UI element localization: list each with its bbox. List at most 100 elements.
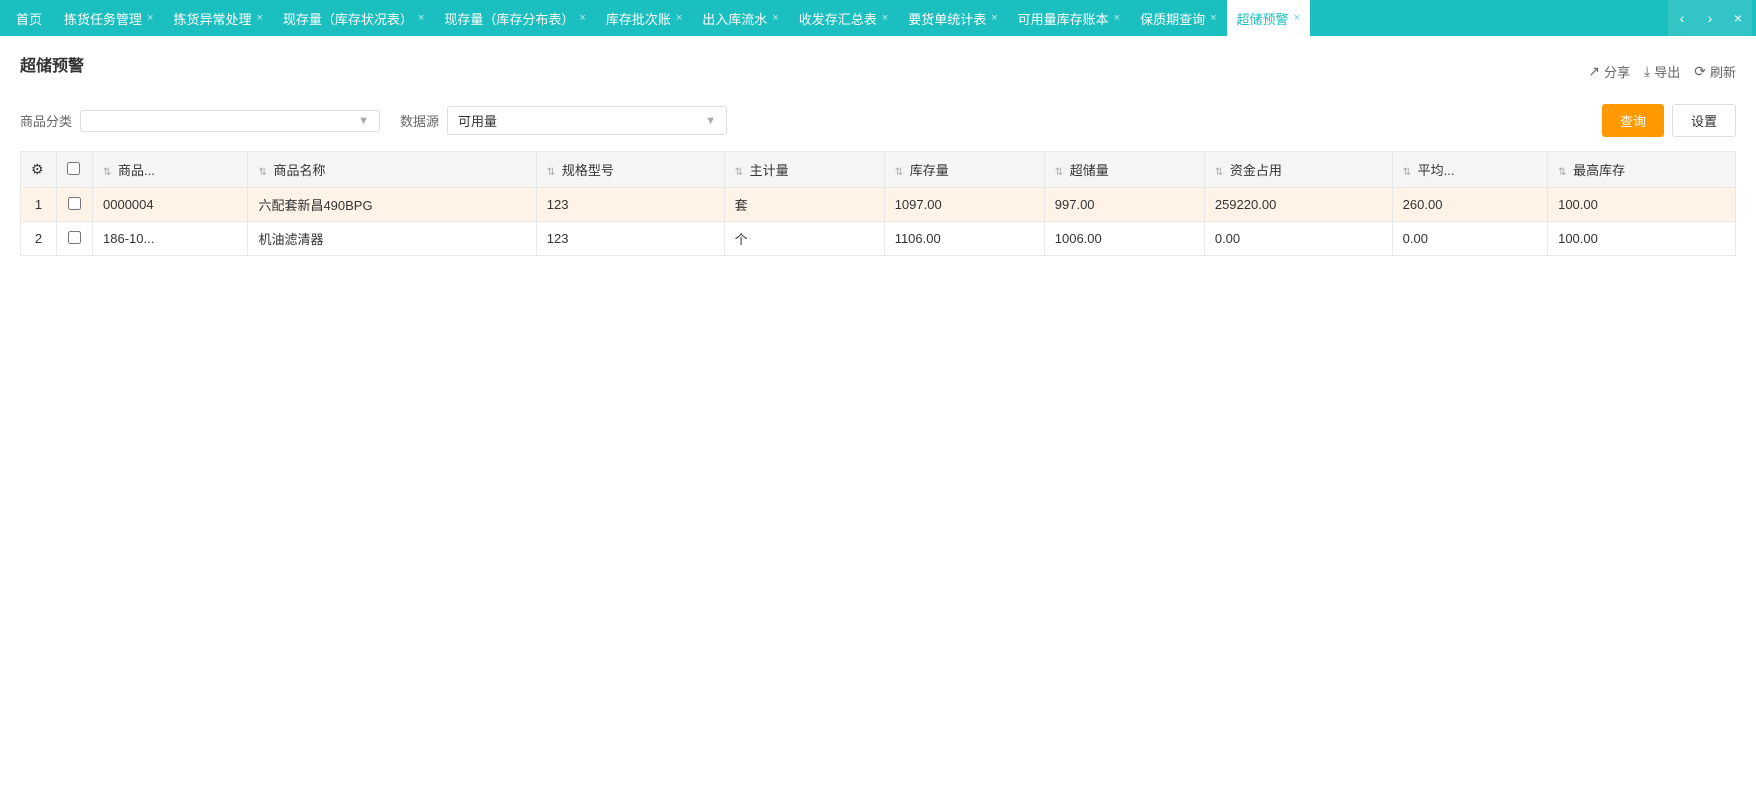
nav-tab-6[interactable]: 收发存汇总表 ×: [789, 0, 898, 36]
nav-tab-5[interactable]: 出入库流水 ×: [692, 0, 788, 36]
nav-tab-label-6: 收发存汇总表: [799, 9, 877, 28]
sort-icon-avg-price: ⇅: [1403, 167, 1411, 178]
row-product-code-1: 186-10...: [93, 222, 248, 256]
sort-icon-unit: ⇅: [735, 167, 743, 178]
nav-tab-close-8[interactable]: ×: [1114, 12, 1120, 24]
filter-buttons: 查询 设置: [1602, 104, 1736, 137]
datasource-chevron-icon: ▼: [705, 115, 716, 127]
nav-tab-9[interactable]: 保质期查询×: [1130, 0, 1226, 36]
nav-tab-1[interactable]: 拣货异常处理 ×: [163, 0, 272, 36]
page-content: 超储预警 ↗ 分享 ⤓ 导出 ⟳ 刷新 商品分类 ▼ 数据源: [0, 36, 1756, 272]
col-spec[interactable]: ⇅ 规格型号: [536, 152, 724, 188]
nav-tab-close-0[interactable]: ×: [147, 12, 153, 24]
nav-tab-10[interactable]: 超储预警 ×: [1227, 0, 1310, 36]
share-action[interactable]: ↗ 分享: [1588, 62, 1630, 81]
row-product-name-1: 机油滤清器: [248, 222, 536, 256]
row-avg-price-1: 0.00: [1392, 222, 1547, 256]
nav-tab-label-10: 超储预警: [1237, 9, 1289, 28]
nav-prev-button[interactable]: ‹: [1668, 0, 1696, 36]
nav-tab-label-8: 可用量库存账本: [1018, 9, 1109, 28]
export-label: 导出: [1654, 62, 1680, 81]
nav-tab-close-10[interactable]: ×: [1294, 12, 1300, 24]
col-checkbox-header[interactable]: [57, 152, 93, 188]
col-settings[interactable]: ⚙: [21, 152, 57, 188]
col-overstock-qty[interactable]: ⇅ 超储量: [1044, 152, 1204, 188]
nav-tab-close-1[interactable]: ×: [256, 12, 262, 24]
nav-arrows: ‹ › ×: [1668, 0, 1752, 36]
row-stock-qty-0: 1097.00: [884, 188, 1044, 222]
share-label: 分享: [1604, 62, 1630, 81]
nav-tab-close-4[interactable]: ×: [676, 12, 682, 24]
page-header: 超储预警 ↗ 分享 ⤓ 导出 ⟳ 刷新: [20, 52, 1736, 90]
select-all-checkbox[interactable]: [67, 162, 80, 175]
nav-tabs-container: 拣货任务管理×拣货异常处理×现存量（库存状况表）×现存量（库存分布表）×库存批次…: [54, 0, 1668, 36]
refresh-action[interactable]: ⟳ 刷新: [1694, 62, 1736, 81]
nav-tab-2[interactable]: 现存量（库存状况表） ×: [273, 0, 434, 36]
share-icon: ↗: [1588, 63, 1600, 80]
row-max-stock-0: 100.00: [1548, 188, 1736, 222]
table-header: ⚙ ⇅ 商品... ⇅ 商品名称 ⇅ 规格型号 ⇅: [21, 152, 1736, 188]
row-stock-qty-1: 1106.00: [884, 222, 1044, 256]
col-capital-used[interactable]: ⇅ 资金占用: [1204, 152, 1392, 188]
export-action[interactable]: ⤓ 导出: [1644, 62, 1680, 81]
sort-icon-spec: ⇅: [547, 167, 555, 178]
row-overstock-qty-0: 997.00: [1044, 188, 1204, 222]
sort-icon-stock-qty: ⇅: [895, 167, 903, 178]
row-checkbox-0[interactable]: [68, 197, 81, 210]
category-chevron-icon: ▼: [358, 115, 369, 127]
category-label: 商品分类: [20, 111, 72, 130]
nav-tab-0[interactable]: 拣货任务管理 ×: [54, 0, 163, 36]
row-unit-1: 个: [724, 222, 884, 256]
nav-tab-label-1: 拣货异常处理: [173, 9, 251, 28]
datasource-filter-group: 数据源 可用量 ▼: [400, 106, 727, 135]
datasource-label: 数据源: [400, 111, 439, 130]
row-product-name-0: 六配套新昌490BPG: [248, 188, 536, 222]
nav-tab-close-5[interactable]: ×: [772, 12, 778, 24]
settings-button[interactable]: 设置: [1672, 104, 1736, 137]
nav-tab-close-6[interactable]: ×: [882, 12, 888, 24]
nav-tab-close-7[interactable]: ×: [991, 12, 997, 24]
nav-tab-8[interactable]: 可用量库存账本 ×: [1008, 0, 1130, 36]
nav-tab-close-2[interactable]: ×: [418, 12, 424, 24]
col-max-stock[interactable]: ⇅ 最高库存: [1548, 152, 1736, 188]
nav-tab-label-7: 要货单统计表: [908, 9, 986, 28]
row-checkbox-cell-1[interactable]: [57, 222, 93, 256]
row-product-code-0: 0000004: [93, 188, 248, 222]
data-table: ⚙ ⇅ 商品... ⇅ 商品名称 ⇅ 规格型号 ⇅: [20, 151, 1736, 256]
nav-tab-label-2: 现存量（库存状况表）: [283, 9, 413, 28]
row-checkbox-cell-0[interactable]: [57, 188, 93, 222]
nav-tab-7[interactable]: 要货单统计表 ×: [898, 0, 1007, 36]
export-icon: ⤓: [1644, 63, 1650, 80]
nav-tab-3[interactable]: 现存量（库存分布表）×: [434, 0, 595, 36]
col-avg-price[interactable]: ⇅ 平均...: [1392, 152, 1547, 188]
row-unit-0: 套: [724, 188, 884, 222]
row-avg-price-0: 260.00: [1392, 188, 1547, 222]
nav-tab-label-5: 出入库流水: [702, 9, 767, 28]
nav-tab-4[interactable]: 库存批次账×: [596, 0, 692, 36]
table-body: 1 0000004 六配套新昌490BPG 123 套 1097.00 997.…: [21, 188, 1736, 256]
sort-icon-product-code: ⇅: [103, 167, 111, 178]
nav-next-button[interactable]: ›: [1696, 0, 1724, 36]
datasource-select[interactable]: 可用量 ▼: [447, 106, 727, 135]
page-title: 超储预警: [20, 52, 84, 76]
refresh-icon: ⟳: [1694, 63, 1706, 80]
sort-icon-product-name: ⇅: [258, 167, 266, 178]
category-select[interactable]: ▼: [80, 110, 380, 132]
nav-tab-label-0: 拣货任务管理: [64, 9, 142, 28]
col-product-name[interactable]: ⇅ 商品名称: [248, 152, 536, 188]
nav-tab-close-9[interactable]: ×: [1210, 12, 1216, 24]
col-stock-qty[interactable]: ⇅ 库存量: [884, 152, 1044, 188]
query-button[interactable]: 查询: [1602, 104, 1664, 137]
gear-icon: ⚙: [31, 161, 44, 178]
filter-row: 商品分类 ▼ 数据源 可用量 ▼ 查询 设置: [20, 104, 1736, 137]
nav-tab-close-3[interactable]: ×: [579, 12, 585, 24]
sort-icon-max-stock: ⇅: [1558, 167, 1566, 178]
col-product-code[interactable]: ⇅ 商品...: [93, 152, 248, 188]
table-row: 1 0000004 六配套新昌490BPG 123 套 1097.00 997.…: [21, 188, 1736, 222]
row-checkbox-1[interactable]: [68, 231, 81, 244]
nav-home[interactable]: 首页: [4, 9, 54, 28]
nav-more-button[interactable]: ×: [1724, 0, 1752, 36]
col-unit[interactable]: ⇅ 主计量: [724, 152, 884, 188]
top-navigation: 首页 拣货任务管理×拣货异常处理×现存量（库存状况表）×现存量（库存分布表）×库…: [0, 0, 1756, 36]
row-num-1: 2: [21, 222, 57, 256]
